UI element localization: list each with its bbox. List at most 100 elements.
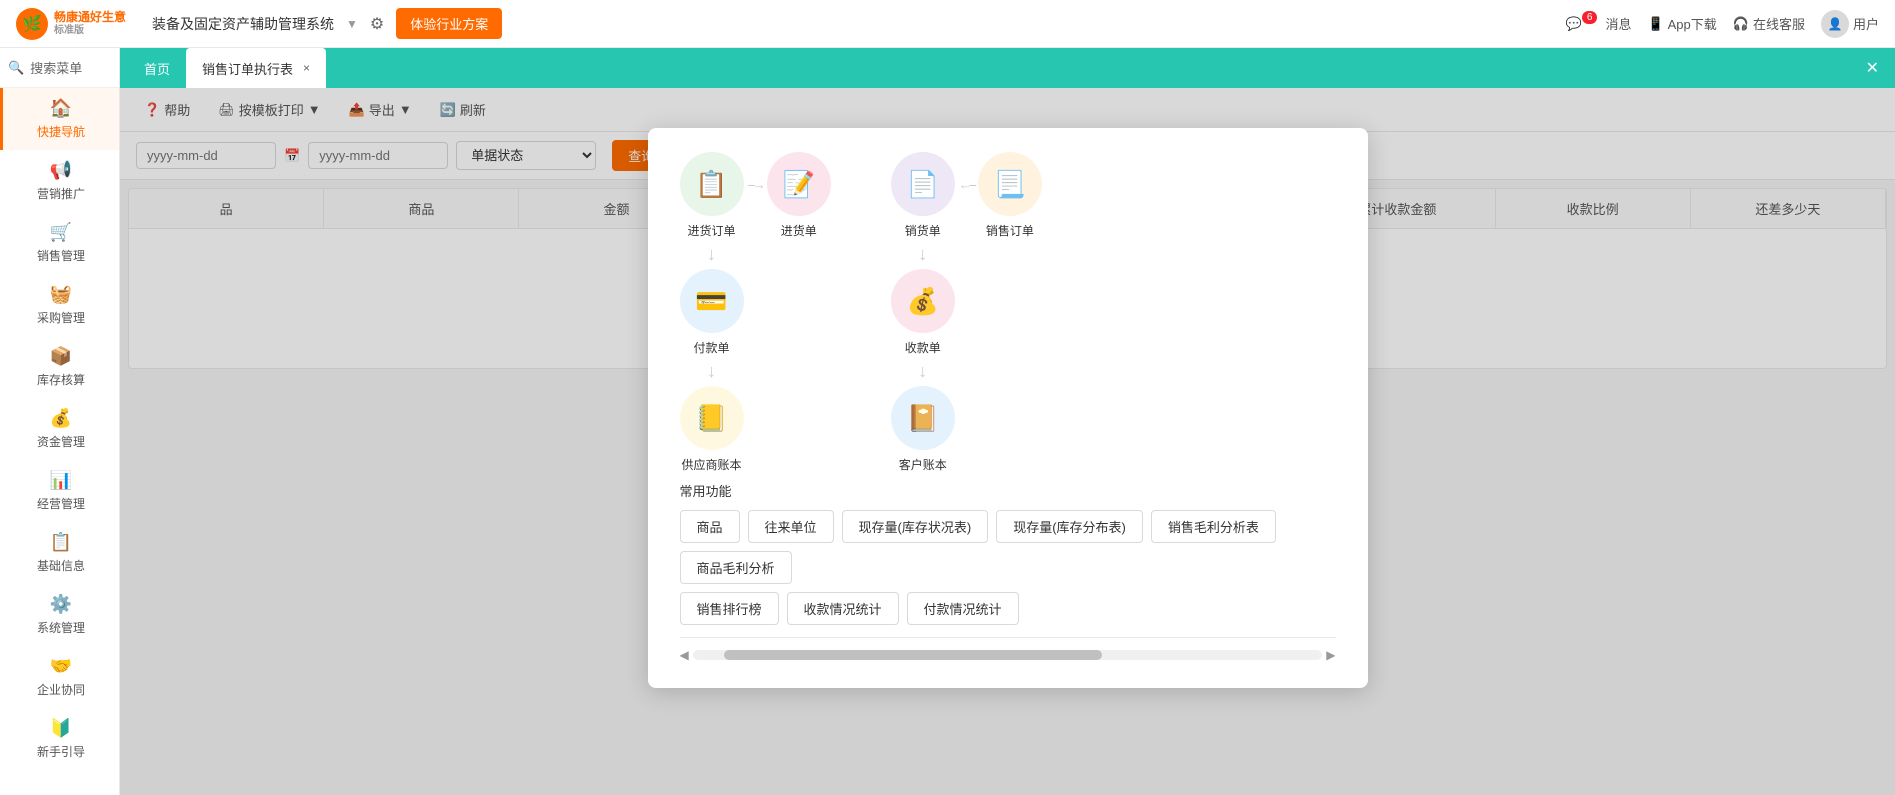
sidebar-item-label-enterprise: 企业协同 [37,681,85,698]
flow-node-receipt[interactable]: 💰 收款单 [891,269,955,356]
sidebar-item-enterprise[interactable]: 🤝 企业协同 [0,646,119,708]
tab-close-icon[interactable]: × [303,61,310,75]
supplier-account-circle[interactable]: 📒 [680,386,744,450]
purchase-bill-icon: 📝 [783,169,815,200]
sidebar-item-purchase[interactable]: 🧺 采购管理 [0,274,119,336]
flow-col-mid-left: 📝 进货单 [767,152,831,239]
receipt-circle[interactable]: 💰 [891,269,955,333]
modal-overlay: 📋 进货订单 ↓ 💳 付款单 [120,88,1895,795]
sidebar-item-sales[interactable]: 🛒 销售管理 [0,212,119,274]
user-menu-button[interactable]: 👤 用户 [1821,10,1879,38]
sidebar-item-finance[interactable]: 💰 资金管理 [0,398,119,460]
phone-icon: 📱 [1647,16,1663,32]
sidebar-item-system[interactable]: ⚙️ 系统管理 [0,584,119,646]
customer-account-icon: 📔 [907,403,939,434]
sidebar-item-label-quick: 快捷导航 [37,123,85,140]
finance-icon: 💰 [50,408,72,429]
payment-circle[interactable]: 💳 [680,269,744,333]
func-btn-product-profit[interactable]: 商品毛利分析 [680,551,792,584]
func-btn-stock-dist[interactable]: 现存量(库存分布表) [996,510,1143,543]
arrow-right-2: ←- - - [959,177,974,192]
header-center: 装备及固定资产辅助管理系统 ▼ ⚙ 体验行业方案 [136,8,1566,39]
flow-node-purchase-bill[interactable]: 📝 进货单 [767,152,831,239]
sidebar-item-label-guide: 新手引导 [37,743,85,760]
func-btn-counterpart[interactable]: 往来单位 [748,510,834,543]
system-icon: ⚙️ [50,594,72,615]
flow-col-left: 📋 进货订单 ↓ 💳 付款单 [680,152,744,473]
marketing-icon: 📢 [50,160,72,181]
arrow-right-1: - - -→ [748,177,763,192]
flow-diagram: 📋 进货订单 ↓ 💳 付款单 [680,152,1336,473]
app-download-button[interactable]: 📱 App下载 [1647,14,1716,33]
sidebar-item-marketing[interactable]: 📢 营销推广 [0,150,119,212]
customer-account-circle[interactable]: 📔 [891,386,955,450]
purchase-bill-circle[interactable]: 📝 [767,152,831,216]
common-funcs-title: 常用功能 [680,481,1336,500]
flow-node-sales-bill[interactable]: 📄 销货单 [891,152,955,239]
sidebar-item-guide[interactable]: 🔰 新手引导 [0,708,119,770]
sidebar-item-label-marketing: 营销推广 [37,185,85,202]
search-menu-label: 搜索菜单 [30,58,82,77]
main-layout: 🔍 搜索菜单 🏠 快捷导航 📢 营销推广 🛒 销售管理 🧺 采购管理 📦 库存核… [0,48,1895,795]
sales-icon: 🛒 [50,222,72,243]
arrow-down-3: ↓ [918,245,927,263]
online-service-button[interactable]: 🎧 在线客服 [1733,14,1805,33]
flow-col-mid-right: 📄 销货单 ↓ 💰 收款单 [891,152,955,473]
scroll-right-arrow[interactable]: ▶ [1326,648,1335,662]
sidebar-item-operations[interactable]: 📊 经营管理 [0,460,119,522]
flow-modal: 📋 进货订单 ↓ 💳 付款单 [648,128,1368,688]
func-btn-payment-stats[interactable]: 付款情况统计 [907,592,1019,625]
sidebar-item-quick[interactable]: 🏠 快捷导航 [0,88,119,150]
flow-node-sales-order[interactable]: 📃 销售订单 [978,152,1042,239]
sidebar-item-label-stock: 库存核算 [37,371,85,388]
arrow-down-2: ↓ [707,362,716,380]
message-label: 消息 [1605,14,1631,33]
search-menu-button[interactable]: 🔍 搜索菜单 [0,48,119,88]
sales-bill-icon: 📄 [907,169,939,200]
flow-node-customer-account[interactable]: 📔 客户账本 [891,386,955,473]
modal-body: 📋 进货订单 ↓ 💳 付款单 [648,128,1368,688]
tab-bar: 首页 销售订单执行表 × ✕ [120,48,1895,88]
tab-sales-exec[interactable]: 销售订单执行表 × [186,48,326,88]
home-tab-label: 首页 [144,59,170,78]
message-button[interactable]: 💬 6 消息 [1566,14,1632,33]
sales-order-circle[interactable]: 📃 [978,152,1042,216]
sidebar-item-label-basic: 基础信息 [37,557,85,574]
func-btn-stock-status[interactable]: 现存量(库存状况表) [842,510,989,543]
scrollbar-thumb[interactable] [724,650,1102,660]
arrow-down-1: ↓ [707,245,716,263]
payment-icon: 💳 [695,286,727,317]
scrollbar-track[interactable] [693,650,1323,660]
func-btn-sales-profit[interactable]: 销售毛利分析表 [1151,510,1276,543]
arrow-right-2-wrap: ←- - - [955,152,978,232]
sidebar-item-stock[interactable]: 📦 库存核算 [0,336,119,398]
sales-bill-circle[interactable]: 📄 [891,152,955,216]
func-buttons-row2: 销售排行榜 收款情况统计 付款情况统计 [680,592,1336,625]
sales-order-label: 销售订单 [986,222,1034,239]
flow-node-payment[interactable]: 💳 付款单 [680,269,744,356]
trial-button[interactable]: 体验行业方案 [396,8,502,39]
purchase-bill-label: 进货单 [781,222,817,239]
func-btn-product[interactable]: 商品 [680,510,740,543]
sidebar-item-basic[interactable]: 📋 基础信息 [0,522,119,584]
purchase-order-circle[interactable]: 📋 [680,152,744,216]
online-service-label: 在线客服 [1753,14,1805,33]
page-content: ❓ 帮助 🖨 按模板打印 ▼ 📤 导出 ▼ 🔄 刷新 [120,88,1895,795]
tab-close-all-button[interactable]: ✕ [1858,58,1887,78]
system-dropdown-icon[interactable]: ▼ [346,17,358,31]
scroll-left-arrow[interactable]: ◀ [680,648,689,662]
func-btn-receipt-stats[interactable]: 收款情况统计 [787,592,899,625]
search-icon: 🔍 [8,60,24,76]
purchase-icon: 🧺 [50,284,72,305]
flow-node-purchase-order[interactable]: 📋 进货订单 [680,152,744,239]
tab-home[interactable]: 首页 [128,48,186,88]
flow-node-supplier-account[interactable]: 📒 供应商账本 [680,386,744,473]
scrollbar-row: ◀ ▶ [680,646,1336,664]
avatar: 👤 [1821,10,1849,38]
guide-icon: 🔰 [50,718,72,739]
purchase-order-icon: 📋 [695,169,727,200]
func-btn-sales-rank[interactable]: 销售排行榜 [680,592,779,625]
sidebar-item-label-purchase: 采购管理 [37,309,85,326]
top-header: 🌿 畅康通好生意 标准版 装备及固定资产辅助管理系统 ▼ ⚙ 体验行业方案 💬 … [0,0,1895,48]
settings-icon[interactable]: ⚙ [370,14,384,34]
